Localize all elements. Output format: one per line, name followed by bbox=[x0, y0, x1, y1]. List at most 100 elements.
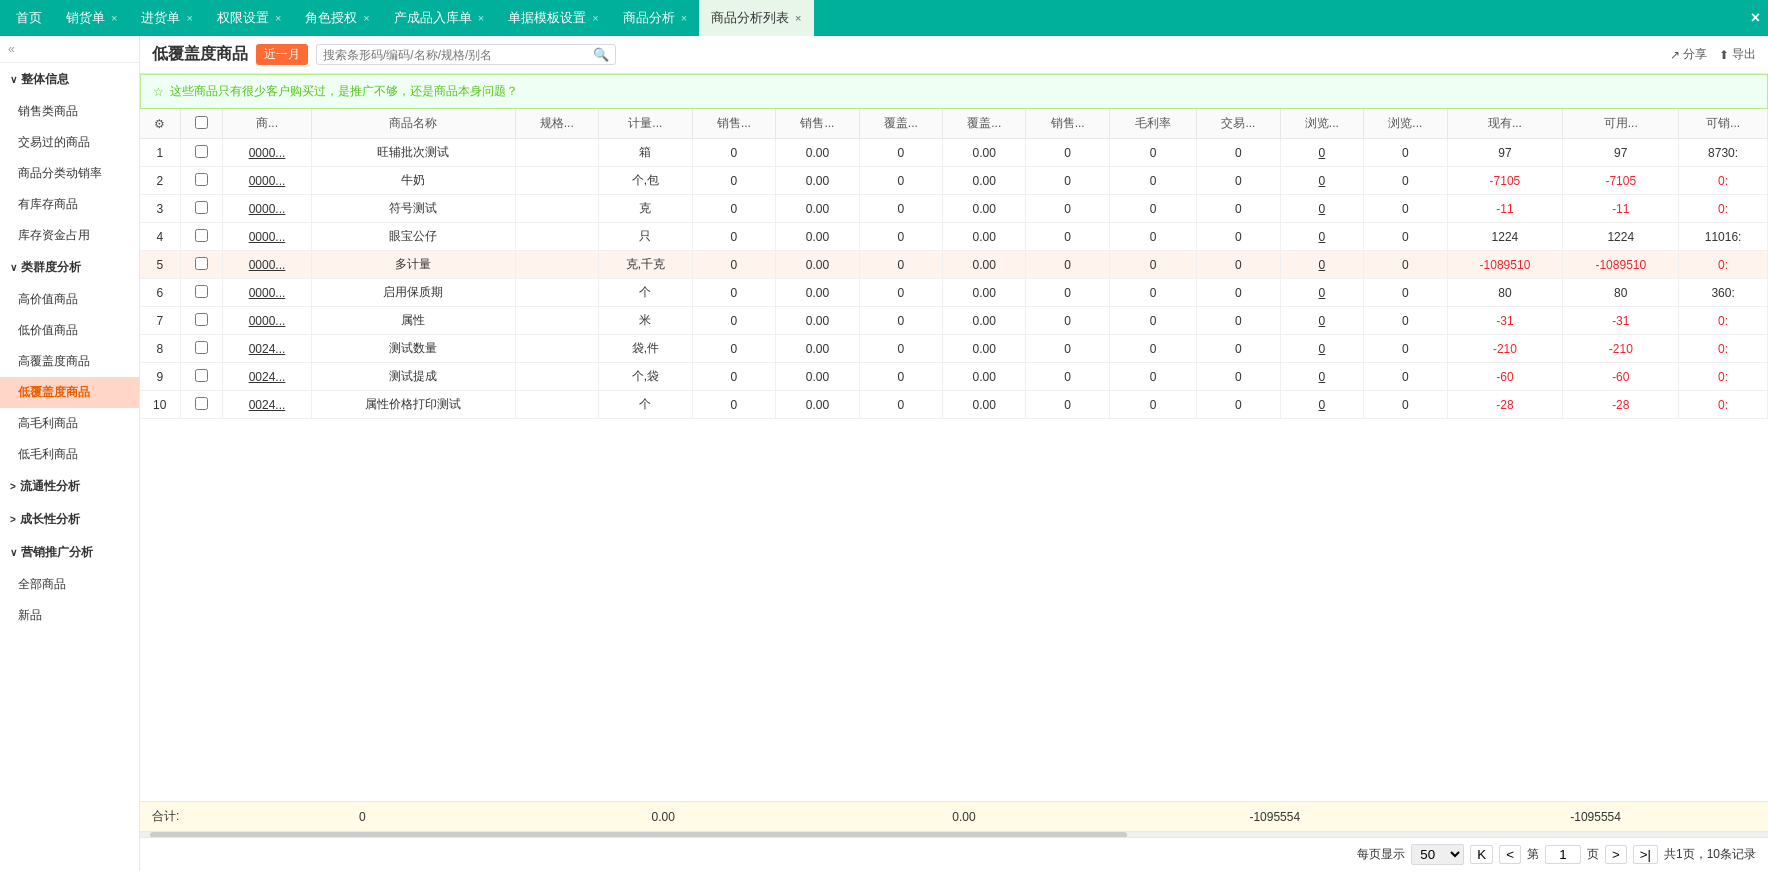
table-cell[interactable]: 0 bbox=[1280, 139, 1363, 167]
table-cell[interactable]: 0024... bbox=[223, 335, 312, 363]
sidebar-group-overview[interactable]: ∨ 整体信息 bbox=[0, 63, 139, 96]
col-trade[interactable]: 交易... bbox=[1197, 109, 1280, 139]
row-checkbox[interactable] bbox=[195, 229, 208, 242]
nav-tab-product[interactable]: 产成品入库单 × bbox=[382, 0, 496, 36]
close-icon[interactable]: × bbox=[275, 12, 281, 24]
table-cell[interactable]: 0000... bbox=[223, 251, 312, 279]
close-icon[interactable]: × bbox=[478, 12, 484, 24]
sidebar-item-in-stock[interactable]: 有库存商品 bbox=[0, 189, 139, 220]
row-checkbox[interactable] bbox=[195, 341, 208, 354]
nav-tab-sales[interactable]: 销货单 × bbox=[54, 0, 129, 36]
sidebar-item-category-rate[interactable]: 商品分类动销率 bbox=[0, 158, 139, 189]
sidebar-group-marketing[interactable]: ∨ 营销推广分析 bbox=[0, 536, 139, 569]
table-cell[interactable]: 0 bbox=[1280, 167, 1363, 195]
row-checkbox[interactable] bbox=[195, 201, 208, 214]
table-cell[interactable]: 0 bbox=[1280, 279, 1363, 307]
sidebar-item-traded[interactable]: 交易过的商品 bbox=[0, 127, 139, 158]
sidebar-item-low-value[interactable]: 低价值商品 bbox=[0, 315, 139, 346]
select-all-checkbox[interactable] bbox=[195, 116, 208, 129]
table-cell: 0 bbox=[1109, 167, 1196, 195]
col-sales-cnt[interactable]: 销售... bbox=[1026, 109, 1109, 139]
table-cell[interactable]: 0000... bbox=[223, 223, 312, 251]
sidebar-group-liquidity[interactable]: > 流通性分析 bbox=[0, 470, 139, 503]
export-button[interactable]: ⬆ 导出 bbox=[1719, 46, 1756, 63]
table-cell[interactable]: 0 bbox=[1280, 195, 1363, 223]
table-cell[interactable]: 0024... bbox=[223, 391, 312, 419]
time-filter-button[interactable]: 近一月 bbox=[256, 44, 308, 65]
row-checkbox[interactable] bbox=[195, 285, 208, 298]
col-settings[interactable]: ⚙ bbox=[140, 109, 180, 139]
table-cell[interactable]: 0 bbox=[1280, 363, 1363, 391]
col-available[interactable]: 可用... bbox=[1563, 109, 1679, 139]
share-button[interactable]: ↗ 分享 bbox=[1670, 46, 1707, 63]
per-page-select[interactable]: 50 10 20 100 bbox=[1411, 844, 1464, 865]
table-cell[interactable]: 0000... bbox=[223, 167, 312, 195]
close-icon[interactable]: × bbox=[111, 12, 117, 24]
table-cell: 0.00 bbox=[943, 335, 1026, 363]
table-cell[interactable]: 0000... bbox=[223, 279, 312, 307]
table-cell[interactable]: 0 bbox=[1280, 307, 1363, 335]
sidebar-item-low-margin[interactable]: 低毛利商品 bbox=[0, 439, 139, 470]
col-sales-qty[interactable]: 销售... bbox=[692, 109, 775, 139]
col-name[interactable]: 商品名称 bbox=[311, 109, 515, 139]
close-icon[interactable]: × bbox=[592, 12, 598, 24]
table-cell[interactable]: 0024... bbox=[223, 363, 312, 391]
table-cell[interactable]: 0 bbox=[1280, 391, 1363, 419]
sidebar-item-new-goods[interactable]: 新品 bbox=[0, 600, 139, 631]
col-gross-rate[interactable]: 毛利率 bbox=[1109, 109, 1196, 139]
close-icon[interactable]: × bbox=[186, 12, 192, 24]
row-checkbox[interactable] bbox=[195, 257, 208, 270]
close-icon[interactable]: × bbox=[681, 12, 687, 24]
search-icon[interactable]: 🔍 bbox=[593, 47, 609, 62]
col-browse2[interactable]: 浏览... bbox=[1364, 109, 1447, 139]
table-cell[interactable]: 0000... bbox=[223, 139, 312, 167]
nav-tab-template[interactable]: 单据模板设置 × bbox=[496, 0, 610, 36]
sidebar-item-sales-goods[interactable]: 销售类商品 bbox=[0, 96, 139, 127]
col-sales-amt[interactable]: 销售... bbox=[776, 109, 859, 139]
col-checkbox[interactable] bbox=[180, 109, 223, 139]
table-cell[interactable]: 0 bbox=[1280, 251, 1363, 279]
nav-tab-permission[interactable]: 权限设置 × bbox=[205, 0, 293, 36]
next-page-button[interactable]: > bbox=[1605, 845, 1627, 864]
sidebar-item-low-coverage[interactable]: 低覆盖度商品 bbox=[0, 377, 139, 408]
first-page-button[interactable]: K bbox=[1470, 845, 1493, 864]
sidebar-group-growth[interactable]: > 成长性分析 bbox=[0, 503, 139, 536]
sidebar-item-all-goods[interactable]: 全部商品 bbox=[0, 569, 139, 600]
sidebar-item-high-margin[interactable]: 高毛利商品 bbox=[0, 408, 139, 439]
close-icon[interactable]: × bbox=[363, 12, 369, 24]
export-icon: ⬆ bbox=[1719, 48, 1729, 62]
row-checkbox[interactable] bbox=[195, 173, 208, 186]
col-sellable[interactable]: 可销... bbox=[1679, 109, 1768, 139]
close-all-button[interactable]: × bbox=[1751, 9, 1760, 27]
table-cell[interactable]: 0000... bbox=[223, 195, 312, 223]
close-icon[interactable]: × bbox=[795, 12, 801, 24]
prev-page-button[interactable]: < bbox=[1499, 845, 1521, 864]
sidebar-item-high-coverage[interactable]: 高覆盖度商品 bbox=[0, 346, 139, 377]
sidebar-group-cluster[interactable]: ∨ 类群度分析 bbox=[0, 251, 139, 284]
sidebar-item-capital[interactable]: 库存资金占用 bbox=[0, 220, 139, 251]
col-coverage1[interactable]: 覆盖... bbox=[859, 109, 942, 139]
table-cell[interactable]: 0000... bbox=[223, 307, 312, 335]
page-number-input[interactable] bbox=[1545, 845, 1581, 864]
col-unit[interactable]: 计量... bbox=[598, 109, 692, 139]
row-checkbox[interactable] bbox=[195, 397, 208, 410]
col-current-stock[interactable]: 现有... bbox=[1447, 109, 1563, 139]
col-coverage2[interactable]: 覆盖... bbox=[943, 109, 1026, 139]
table-cell[interactable]: 0 bbox=[1280, 223, 1363, 251]
nav-tab-purchase[interactable]: 进货单 × bbox=[129, 0, 204, 36]
col-browse1[interactable]: 浏览... bbox=[1280, 109, 1363, 139]
row-checkbox[interactable] bbox=[195, 313, 208, 326]
sidebar-collapse-btn[interactable]: « bbox=[8, 42, 15, 56]
last-page-button[interactable]: >| bbox=[1633, 845, 1658, 864]
table-cell[interactable]: 0 bbox=[1280, 335, 1363, 363]
row-checkbox[interactable] bbox=[195, 369, 208, 382]
sidebar-item-high-value[interactable]: 高价值商品 bbox=[0, 284, 139, 315]
col-spec[interactable]: 规格... bbox=[515, 109, 598, 139]
col-code[interactable]: 商... bbox=[223, 109, 312, 139]
search-input[interactable] bbox=[323, 48, 593, 62]
nav-tab-analysis-list[interactable]: 商品分析列表 × bbox=[699, 0, 813, 36]
nav-tab-home[interactable]: 首页 bbox=[4, 0, 54, 36]
nav-tab-analysis[interactable]: 商品分析 × bbox=[611, 0, 699, 36]
nav-tab-role[interactable]: 角色授权 × bbox=[293, 0, 381, 36]
row-checkbox[interactable] bbox=[195, 145, 208, 158]
